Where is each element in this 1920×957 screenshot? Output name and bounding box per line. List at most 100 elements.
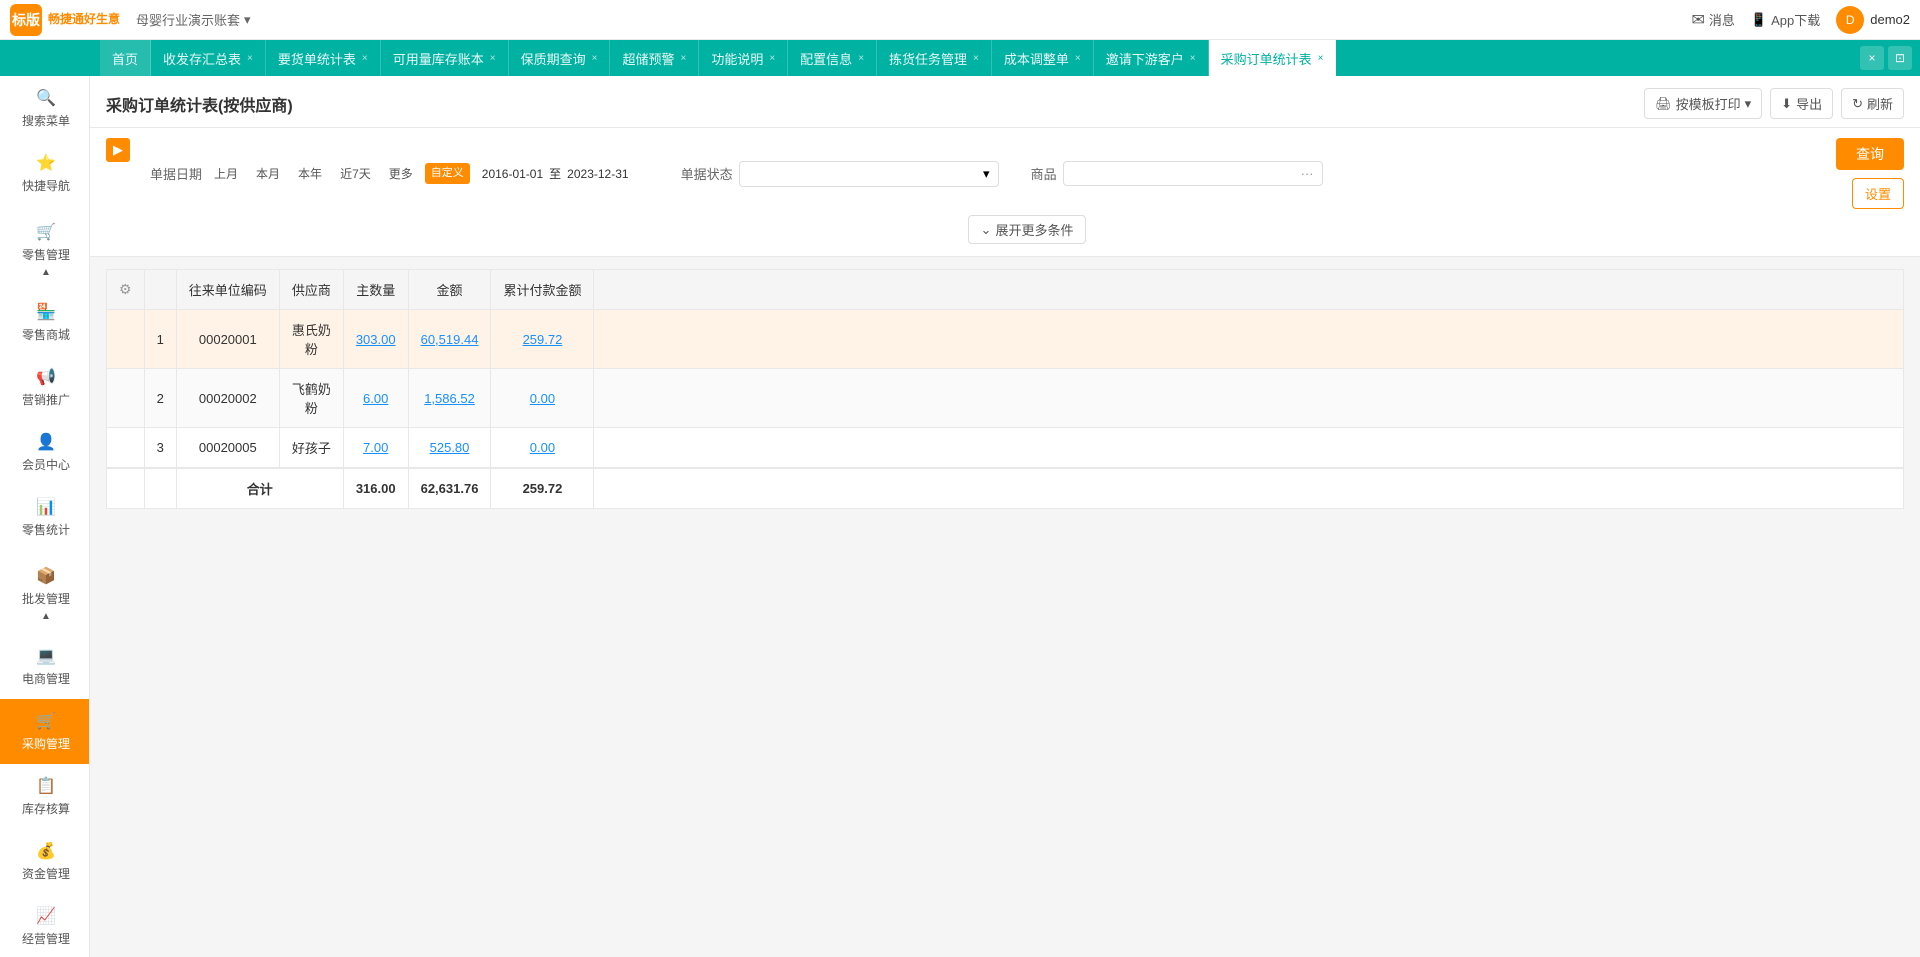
tab-order-stats-close[interactable]: × [362, 53, 368, 64]
row-1-amount: 60,519.44 [408, 310, 491, 369]
page-title: 采购订单统计表(按供应商) [106, 92, 293, 116]
tab-picking-task-close[interactable]: × [973, 53, 979, 64]
tab-invite-downstream-label: 邀请下游客户 [1106, 49, 1184, 68]
tab-invite-downstream-close[interactable]: × [1190, 53, 1196, 64]
sidebar-retail-mall-label: 零售商城 [22, 326, 70, 343]
btn-settings[interactable]: 设置 [1852, 178, 1904, 209]
sidebar-item-retail-stats[interactable]: 📊 零售统计 [0, 485, 89, 550]
tab-cost-adjust-close[interactable]: × [1075, 53, 1081, 64]
tab-function-desc-close[interactable]: × [769, 53, 775, 64]
filter-collapse-btn[interactable]: ▶ [106, 138, 130, 162]
sidebar-item-ecommerce[interactable]: 💻 电商管理 [0, 634, 89, 699]
nav-close-btn[interactable]: × [1860, 46, 1884, 70]
expand-more-btn[interactable]: ⌄ 展开更多条件 [968, 215, 1087, 244]
sidebar-item-inventory[interactable]: 📋 库存核算 [0, 764, 89, 829]
user-area[interactable]: D demo2 [1836, 6, 1910, 34]
tab-expiry-query-close[interactable]: × [592, 53, 598, 64]
goods-more-icon[interactable]: ··· [1301, 166, 1314, 181]
row-1-index: 1 [144, 310, 176, 369]
row-1-qty-link[interactable]: 303.00 [356, 332, 396, 347]
sidebar-item-operations[interactable]: 📈 经营管理 [0, 894, 89, 957]
row-1-amount-link[interactable]: 60,519.44 [421, 332, 479, 347]
sidebar-item-member-center[interactable]: 👤 会员中心 [0, 420, 89, 485]
tab-overstock-alert-label: 超储预警 [622, 49, 674, 68]
footer-label: 合计 [176, 468, 343, 509]
filter-date-range: 2016-01-01 至 2023-12-31 [482, 165, 629, 182]
message-btn[interactable]: ✉ 消息 [1692, 10, 1735, 30]
sidebar-retail-manage-label: 零售管理 [22, 246, 70, 263]
app-download-btn[interactable]: 📱 App下载 [1751, 10, 1820, 29]
custom-tag[interactable]: 自定义 [425, 163, 470, 184]
row-2-paid: 0.00 [491, 369, 594, 428]
tab-invite-downstream[interactable]: 邀请下游客户 × [1094, 40, 1209, 76]
status-label: 单据状态 [681, 164, 733, 183]
tab-config-info-close[interactable]: × [858, 53, 864, 64]
status-select[interactable]: ▾ [739, 161, 999, 187]
tab-available-stock-close[interactable]: × [490, 53, 496, 64]
row-2-qty-link[interactable]: 6.00 [363, 391, 388, 406]
chevron-down-icon: ▾ [244, 12, 251, 28]
org-selector[interactable]: 母婴行业演示账套 ▾ [128, 6, 259, 33]
top-bar: 标版 畅捷通好生意 母婴行业演示账套 ▾ ✉ 消息 📱 App下载 D demo… [0, 0, 1920, 40]
row-3-qty: 7.00 [343, 428, 408, 469]
top-bar-right: ✉ 消息 📱 App下载 D demo2 [1692, 6, 1911, 34]
tab-expiry-query[interactable]: 保质期查询 × [509, 40, 611, 76]
shortcut-last-month[interactable]: 上月 [208, 163, 244, 184]
page-header: 采购订单统计表(按供应商) 🖨 按模板打印 ▾ ⬇ 导出 ↻ 刷新 [90, 76, 1920, 128]
tab-purchase-stats[interactable]: 采购订单统计表 × [1209, 40, 1337, 76]
sidebar-item-quick-nav[interactable]: ⭐ 快捷导航 [0, 141, 89, 206]
tab-cost-adjust[interactable]: 成本调整单 × [992, 40, 1094, 76]
row-2-amount-link[interactable]: 1,586.52 [424, 391, 475, 406]
sidebar-item-marketing[interactable]: 📢 营销推广 [0, 355, 89, 420]
sidebar-item-wholesale[interactable]: 📦 批发管理 ▲ [0, 554, 89, 634]
tab-home[interactable]: 首页 [100, 40, 151, 76]
sidebar-item-retail-mall[interactable]: 🏪 零售商城 [0, 290, 89, 355]
tab-order-stats[interactable]: 要货单统计表 × [266, 40, 381, 76]
stats-icon: 📊 [36, 497, 56, 517]
row-3-amount-link[interactable]: 525.80 [430, 440, 470, 455]
row-3-paid-link[interactable]: 0.00 [530, 440, 555, 455]
row-3-qty-link[interactable]: 7.00 [363, 440, 388, 455]
row-1-paid: 259.72 [491, 310, 594, 369]
username: demo2 [1870, 12, 1910, 27]
wholesale-icon: 📦 [36, 566, 56, 586]
shortcut-7days[interactable]: 近7天 [334, 163, 377, 184]
col-settings: ⚙ [107, 270, 145, 310]
column-settings-icon[interactable]: ⚙ [119, 281, 132, 297]
tab-function-desc[interactable]: 功能说明 × [699, 40, 788, 76]
tab-config-info[interactable]: 配置信息 × [788, 40, 877, 76]
search-icon: 🔍 [36, 88, 56, 108]
logo-text: 畅捷通好生意 [48, 12, 120, 26]
tab-overstock-alert-close[interactable]: × [680, 53, 686, 64]
row-2-paid-link[interactable]: 0.00 [530, 391, 555, 406]
app-label: App下载 [1771, 10, 1820, 29]
tab-available-stock[interactable]: 可用量库存账本 × [381, 40, 509, 76]
nav-restore-btn[interactable]: ⊡ [1888, 46, 1912, 70]
btn-export[interactable]: ⬇ 导出 [1770, 88, 1833, 119]
tab-receive-pay[interactable]: 收发存汇总表 × [151, 40, 266, 76]
btn-query[interactable]: 查询 [1836, 138, 1904, 170]
shortcut-this-year[interactable]: 本年 [292, 163, 328, 184]
tab-picking-task[interactable]: 拣货任务管理 × [877, 40, 992, 76]
sidebar-item-finance[interactable]: 💰 资金管理 [0, 829, 89, 894]
table-header-row: ⚙ 往来单位编码 供应商 主数量 金额 累计付款金额 [107, 270, 1904, 310]
expand-row: ⌄ 展开更多条件 [150, 209, 1904, 246]
goods-input[interactable]: ··· [1063, 161, 1323, 186]
btn-template-print[interactable]: 🖨 按模板打印 ▾ [1644, 88, 1762, 119]
member-icon: 👤 [36, 432, 56, 452]
sidebar-item-retail-manage[interactable]: 🛒 零售管理 ▲ [0, 210, 89, 290]
row-1-paid-link[interactable]: 259.72 [523, 332, 563, 347]
marketing-icon: 📢 [36, 367, 56, 387]
page-actions: 🖨 按模板打印 ▾ ⬇ 导出 ↻ 刷新 [1644, 88, 1904, 119]
tab-overstock-alert[interactable]: 超储预警 × [610, 40, 699, 76]
filter-content: 单据日期 上月 本月 本年 近7天 更多 自定义 2016-01-0 [150, 138, 1904, 246]
btn-refresh[interactable]: ↻ 刷新 [1841, 88, 1904, 119]
shortcut-this-month[interactable]: 本月 [250, 163, 286, 184]
sidebar-item-search[interactable]: 🔍 搜索菜单 [0, 76, 89, 141]
filter-row-1: 单据日期 上月 本月 本年 近7天 更多 自定义 2016-01-0 [150, 138, 1904, 209]
sidebar-item-purchase[interactable]: 🛒 采购管理 [0, 699, 89, 764]
tab-purchase-stats-close[interactable]: × [1318, 53, 1324, 64]
shortcut-more[interactable]: 更多 [383, 163, 419, 184]
tab-receive-pay-close[interactable]: × [247, 53, 253, 64]
goods-input-field[interactable] [1072, 166, 1297, 181]
